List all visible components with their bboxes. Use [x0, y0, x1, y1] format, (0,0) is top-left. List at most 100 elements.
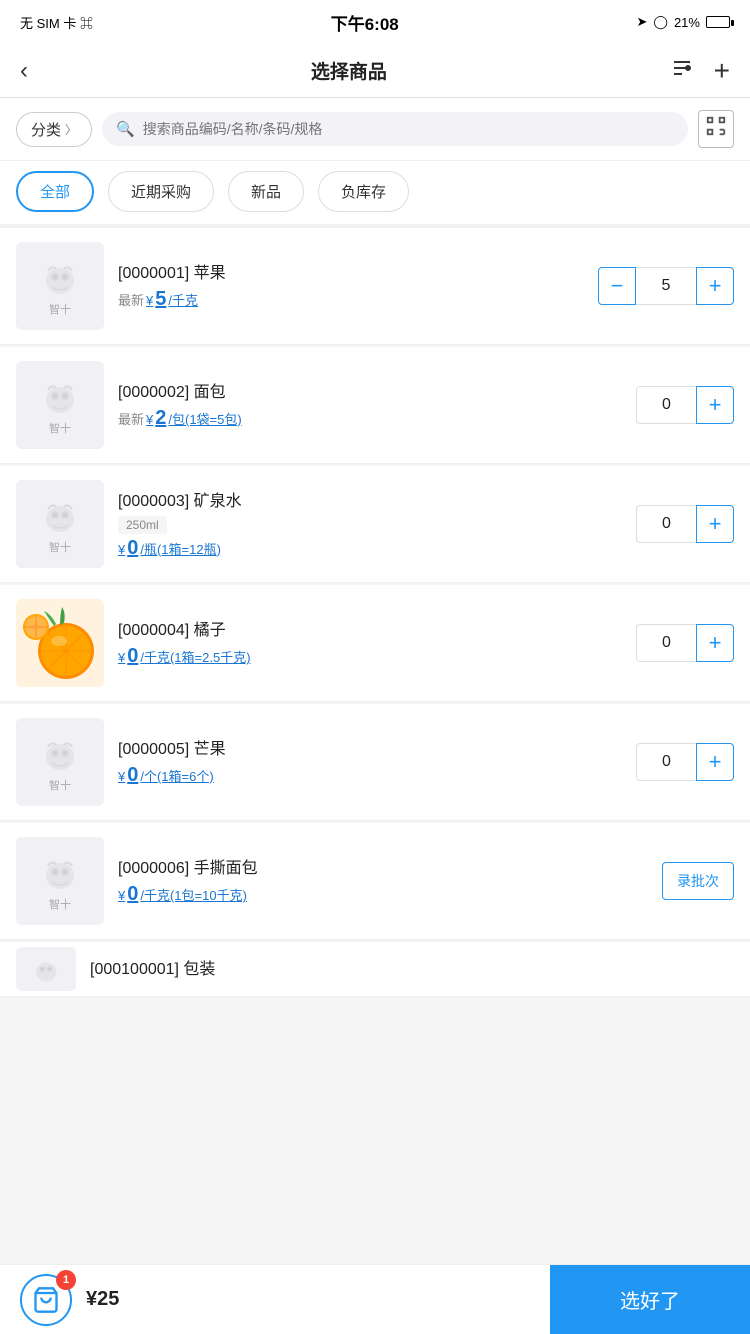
- product-name: [0000003] 矿泉水: [118, 487, 636, 511]
- cart-icon: [32, 1286, 60, 1314]
- product-controls: +: [636, 386, 734, 424]
- price-num: 0: [127, 537, 138, 560]
- product-name: [0000006] 手撕面包: [118, 854, 662, 878]
- status-right: ➤ ◯ 21%: [636, 14, 730, 30]
- price-unit: /个(1箱=6个): [140, 766, 213, 785]
- product-price-row: ¥ 0 /千克(1包=10千克): [118, 883, 662, 906]
- tab-all[interactable]: 全部: [16, 171, 94, 212]
- product-spec: 250ml: [118, 516, 167, 534]
- battery-label: 21%: [674, 15, 700, 30]
- cart-badge: 1: [56, 1270, 76, 1290]
- price-yen: ¥: [146, 293, 153, 308]
- add-button[interactable]: +: [714, 55, 730, 87]
- price-unit: /千克(1箱=2.5千克): [140, 647, 250, 666]
- increment-button[interactable]: +: [696, 267, 734, 305]
- chevron-right-icon: 〉: [65, 121, 77, 138]
- back-button[interactable]: ‹: [20, 57, 28, 85]
- price-num: 0: [127, 883, 138, 906]
- batch-button[interactable]: 录批次: [662, 862, 734, 900]
- product-info: [0000001] 苹果 最新 ¥ 5 /千克: [118, 259, 598, 313]
- carrier-label: 无 SIM 卡: [20, 16, 76, 31]
- status-bar: 无 SIM 卡 ⌘ 下午6:08 ➤ ◯ 21%: [0, 0, 750, 44]
- product-thumbnail: [16, 599, 104, 687]
- price-yen: ¥: [118, 650, 125, 665]
- product-name: [0000001] 苹果: [118, 259, 598, 283]
- price-unit: /包(1袋=5包): [168, 409, 241, 428]
- cart-section: 1 ¥25: [0, 1274, 550, 1326]
- cart-button[interactable]: 1: [20, 1274, 72, 1326]
- product-name: [0000004] 橘子: [118, 616, 636, 640]
- quantity-input[interactable]: [636, 505, 696, 543]
- product-info: [0000003] 矿泉水 250ml ¥ 0 /瓶(1箱=12瓶): [118, 487, 636, 562]
- price-label: 最新: [118, 409, 144, 428]
- search-icon: 🔍: [116, 120, 135, 138]
- price-unit: /瓶(1箱=12瓶): [140, 539, 221, 558]
- product-controls: +: [636, 743, 734, 781]
- product-price-row: ¥ 0 /个(1箱=6个): [118, 764, 636, 787]
- quantity-input[interactable]: [636, 267, 696, 305]
- quantity-input[interactable]: [636, 624, 696, 662]
- increment-button[interactable]: +: [696, 505, 734, 543]
- product-thumbnail: 智十: [16, 718, 104, 806]
- cart-total: ¥25: [86, 1288, 119, 1311]
- tab-negative[interactable]: 负库存: [318, 171, 409, 212]
- product-thumbnail: 智十: [16, 242, 104, 330]
- increment-button[interactable]: +: [696, 624, 734, 662]
- search-input[interactable]: [143, 121, 674, 137]
- owl-placeholder: 智十: [38, 850, 82, 912]
- wifi-icon: ⌘: [80, 16, 93, 31]
- product-name: [0000002] 面包: [118, 378, 636, 402]
- increment-button[interactable]: +: [696, 743, 734, 781]
- increment-button[interactable]: +: [696, 386, 734, 424]
- product-thumbnail: [16, 947, 76, 991]
- product-price-row: ¥ 0 /千克(1箱=2.5千克): [118, 645, 636, 668]
- price-num: 0: [127, 764, 138, 787]
- list-item: 智十 [0000006] 手撕面包 ¥ 0 /千克(1包=10千克) 录批次: [0, 823, 750, 940]
- product-info: [000100001] 包装: [90, 955, 734, 984]
- page-title: 选择商品: [311, 57, 387, 84]
- battery-icon: [706, 16, 730, 28]
- list-item: [000100001] 包装: [0, 942, 750, 997]
- filter-button[interactable]: [670, 56, 694, 86]
- owl-placeholder: 智十: [38, 493, 82, 555]
- product-controls: +: [636, 505, 734, 543]
- product-price-row: ¥ 0 /瓶(1箱=12瓶): [118, 537, 636, 560]
- price-num: 2: [155, 407, 166, 430]
- product-controls: − +: [598, 267, 734, 305]
- product-controls: +: [636, 624, 734, 662]
- product-thumbnail: 智十: [16, 480, 104, 568]
- quantity-input[interactable]: [636, 386, 696, 424]
- owl-placeholder: 智十: [38, 374, 82, 436]
- product-name: [000100001] 包装: [90, 955, 734, 979]
- product-price-row: 最新 ¥ 2 /包(1袋=5包): [118, 407, 636, 430]
- search-input-wrap: 🔍: [102, 112, 688, 146]
- price-unit: /千克: [168, 290, 198, 309]
- product-info: [0000006] 手撕面包 ¥ 0 /千克(1包=10千克): [118, 854, 662, 908]
- price-yen: ¥: [118, 769, 125, 784]
- product-list: 智十 [0000001] 苹果 最新 ¥ 5 /千克 − +: [0, 228, 750, 997]
- scan-button[interactable]: [698, 110, 734, 148]
- owl-placeholder: 智十: [38, 255, 82, 317]
- list-item: 智十 [0000005] 芒果 ¥ 0 /个(1箱=6个) +: [0, 704, 750, 821]
- decrement-button[interactable]: −: [598, 267, 636, 305]
- confirm-button[interactable]: 选好了: [550, 1265, 750, 1334]
- list-item: 智十 [0000002] 面包 最新 ¥ 2 /包(1袋=5包) +: [0, 347, 750, 464]
- tab-recent[interactable]: 近期采购: [108, 171, 214, 212]
- time-label: 下午6:08: [331, 10, 399, 35]
- product-thumbnail: 智十: [16, 361, 104, 449]
- price-label: 最新: [118, 290, 144, 309]
- product-thumbnail: 智十: [16, 837, 104, 925]
- quantity-input[interactable]: [636, 743, 696, 781]
- orange-image: [16, 599, 104, 687]
- bottom-bar: 1 ¥25 选好了: [0, 1264, 750, 1334]
- price-num: 0: [127, 645, 138, 668]
- list-item: 智十 [0000003] 矿泉水 250ml ¥ 0 /瓶(1箱=12瓶) +: [0, 466, 750, 583]
- price-yen: ¥: [118, 542, 125, 557]
- owl-placeholder: [30, 953, 62, 985]
- carrier-wifi: 无 SIM 卡 ⌘: [20, 13, 93, 32]
- tab-new[interactable]: 新品: [228, 171, 304, 212]
- search-row: 分类 〉 🔍: [0, 98, 750, 161]
- product-info: [0000005] 芒果 ¥ 0 /个(1箱=6个): [118, 735, 636, 789]
- category-button[interactable]: 分类 〉: [16, 112, 92, 147]
- nav-actions: +: [670, 55, 730, 87]
